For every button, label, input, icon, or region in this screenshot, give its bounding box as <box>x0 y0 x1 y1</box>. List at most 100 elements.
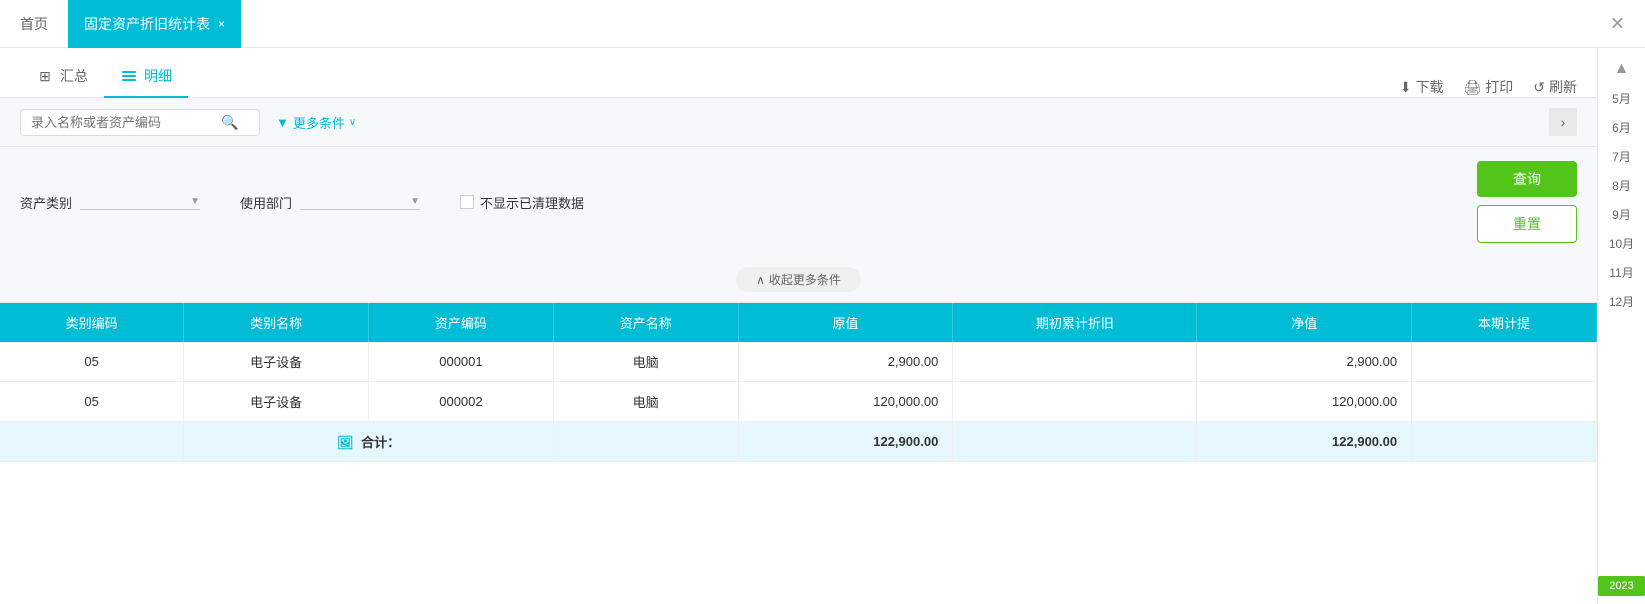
detail-icon <box>120 67 138 85</box>
more-conditions-button[interactable]: ▼ 更多条件 ∨ <box>276 113 356 132</box>
asset-category-label: 资产类别 <box>20 193 72 212</box>
sidebar-scroll-up-button[interactable]: ▲ <box>1610 56 1634 82</box>
total-accumulated <box>953 422 1197 462</box>
left-panel: ⊞ 汇总 明细 ⬇ 下载 <box>0 48 1597 604</box>
collapse-arrow-icon: ∧ <box>756 273 765 287</box>
sidebar-month-item[interactable]: 7月 <box>1605 142 1638 171</box>
total-net-value: 122,900.00 <box>1197 422 1412 462</box>
cell-current-depreciation <box>1412 342 1597 382</box>
cell-accumulated-depreciation <box>953 342 1197 382</box>
col-asset-code: 资产编码 <box>369 303 554 342</box>
sidebar-month-item[interactable]: 5月 <box>1605 84 1638 113</box>
download-label: 下载 <box>1415 77 1443 97</box>
summary-icon: ⊞ <box>36 67 54 85</box>
cell-asset-name: 电脑 <box>553 382 738 422</box>
cell-original-value: 2,900.00 <box>738 342 953 382</box>
sidebar-month-item[interactable]: 9月 <box>1605 200 1638 229</box>
hide-cleared-checkbox[interactable] <box>460 195 474 209</box>
col-net-value: 净值 <box>1197 303 1412 342</box>
nav-home[interactable]: 首页 <box>0 0 68 48</box>
search-icon[interactable]: 🔍 <box>221 114 238 131</box>
col-accumulated-depreciation: 期初累计折旧 <box>953 303 1197 342</box>
download-icon: ⬇ <box>1400 79 1412 96</box>
cell-net-value: 2,900.00 <box>1197 342 1412 382</box>
table-row: 05 电子设备 000001 电脑 2,900.00 2,900.00 <box>0 342 1597 382</box>
cell-accumulated-depreciation <box>953 382 1197 422</box>
filter-department: 使用部门 ▼ <box>240 193 420 212</box>
query-button[interactable]: 查询 <box>1477 161 1577 197</box>
col-category-name: 类别名称 <box>184 303 369 342</box>
total-icon-cell <box>0 422 184 462</box>
close-tab-button[interactable]: × <box>218 17 225 31</box>
table-row: 05 电子设备 000002 电脑 120,000.00 120,000.00 <box>0 382 1597 422</box>
cell-asset-code: 000002 <box>369 382 554 422</box>
collapse-bar[interactable]: ∧ 收起更多条件 <box>20 257 1577 302</box>
top-nav: 首页 固定资产折旧统计表 × ✕ <box>0 0 1645 48</box>
filter-asset-category: 资产类别 ▼ <box>20 193 200 212</box>
search-bar: 🔍 ▼ 更多条件 ∨ › <box>0 98 1597 147</box>
department-arrow-icon: ▼ <box>410 196 420 207</box>
sidebar-month-item[interactable]: 11月 <box>1605 258 1638 287</box>
toolbar: ⬇ 下载 🖨 打印 ↺ 刷新 <box>1400 77 1577 97</box>
total-asset-name <box>553 422 738 462</box>
sidebar-month-item[interactable]: 8月 <box>1605 171 1638 200</box>
print-button[interactable]: 🖨 打印 <box>1463 77 1513 97</box>
nav-tab-label: 固定资产折旧统计表 <box>84 14 210 34</box>
more-conditions-label: 更多条件 <box>293 113 345 132</box>
data-table: 类别编码 类别名称 资产编码 资产名称 原值 期初累计折旧 净值 本期计提 05… <box>0 303 1597 462</box>
filter-buttons: 查询 重置 <box>1477 161 1577 243</box>
sub-tabs: ⊞ 汇总 明细 ⬇ 下载 <box>0 48 1597 98</box>
total-original-value: 122,900.00 <box>738 422 953 462</box>
filter-row: 资产类别 ▼ 使用部门 ▼ 不显示已清理数据 <box>20 161 1577 243</box>
cell-net-value: 120,000.00 <box>1197 382 1412 422</box>
nav-arrow-button[interactable]: › <box>1549 108 1577 136</box>
total-current-depreciation <box>1412 422 1597 462</box>
col-original-value: 原值 <box>738 303 953 342</box>
col-asset-name: 资产名称 <box>553 303 738 342</box>
cell-asset-code: 000001 <box>369 342 554 382</box>
cell-category-code: 05 <box>0 342 184 382</box>
department-label: 使用部门 <box>240 193 292 212</box>
download-button[interactable]: ⬇ 下载 <box>1400 77 1444 97</box>
expand-arrow-icon: ∨ <box>349 117 356 128</box>
reset-button[interactable]: 重置 <box>1477 205 1577 243</box>
cell-category-name: 电子设备 <box>184 342 369 382</box>
sidebar-month-item[interactable]: 12月 <box>1605 287 1638 316</box>
total-label: 合计： <box>361 435 400 450</box>
sidebar-month-item[interactable]: 6月 <box>1605 113 1638 142</box>
tab-summary-label: 汇总 <box>60 66 88 86</box>
cell-category-name: 电子设备 <box>184 382 369 422</box>
search-input[interactable] <box>31 115 221 130</box>
asset-category-arrow-icon: ▼ <box>190 196 200 207</box>
tab-detail-label: 明细 <box>144 66 172 86</box>
hide-cleared-label: 不显示已清理数据 <box>480 193 584 212</box>
table-header-row: 类别编码 类别名称 资产编码 资产名称 原值 期初累计折旧 净值 本期计提 <box>0 303 1597 342</box>
hide-cleared-wrapper: 不显示已清理数据 <box>460 193 584 212</box>
total-icon: 🖼 <box>337 435 354 450</box>
filter-icon: ▼ <box>276 115 289 130</box>
nav-tab-fixed-assets[interactable]: 固定资产折旧统计表 × <box>68 0 241 48</box>
tab-detail[interactable]: 明细 <box>104 66 188 98</box>
right-sidebar: ▲ 5月6月7月8月9月10月11月12月 2023 <box>1597 48 1645 604</box>
cell-asset-name: 电脑 <box>553 342 738 382</box>
collapse-label: 收起更多条件 <box>769 271 841 288</box>
asset-category-select[interactable]: ▼ <box>80 194 200 210</box>
main-content: ⊞ 汇总 明细 ⬇ 下载 <box>0 48 1645 604</box>
tab-summary[interactable]: ⊞ 汇总 <box>20 66 104 98</box>
total-label-cell: 🖼 合计： <box>184 422 554 462</box>
refresh-button[interactable]: ↺ 刷新 <box>1533 77 1577 97</box>
refresh-icon: ↺ <box>1533 79 1545 96</box>
sidebar-year-badge[interactable]: 2023 <box>1598 576 1645 596</box>
filter-panel: 资产类别 ▼ 使用部门 ▼ 不显示已清理数据 <box>0 147 1597 303</box>
cell-current-depreciation <box>1412 382 1597 422</box>
refresh-label: 刷新 <box>1549 77 1577 97</box>
table-wrapper: 类别编码 类别名称 资产编码 资产名称 原值 期初累计折旧 净值 本期计提 05… <box>0 303 1597 604</box>
table-total-row: 🖼 合计： 122,900.00 122,900.00 <box>0 422 1597 462</box>
cell-original-value: 120,000.00 <box>738 382 953 422</box>
close-window-button[interactable]: ✕ <box>1610 13 1625 34</box>
collapse-button[interactable]: ∧ 收起更多条件 <box>736 267 861 292</box>
department-select[interactable]: ▼ <box>300 194 420 210</box>
col-category-code: 类别编码 <box>0 303 184 342</box>
print-icon: 🖨 <box>1463 79 1481 96</box>
sidebar-month-item[interactable]: 10月 <box>1605 229 1638 258</box>
